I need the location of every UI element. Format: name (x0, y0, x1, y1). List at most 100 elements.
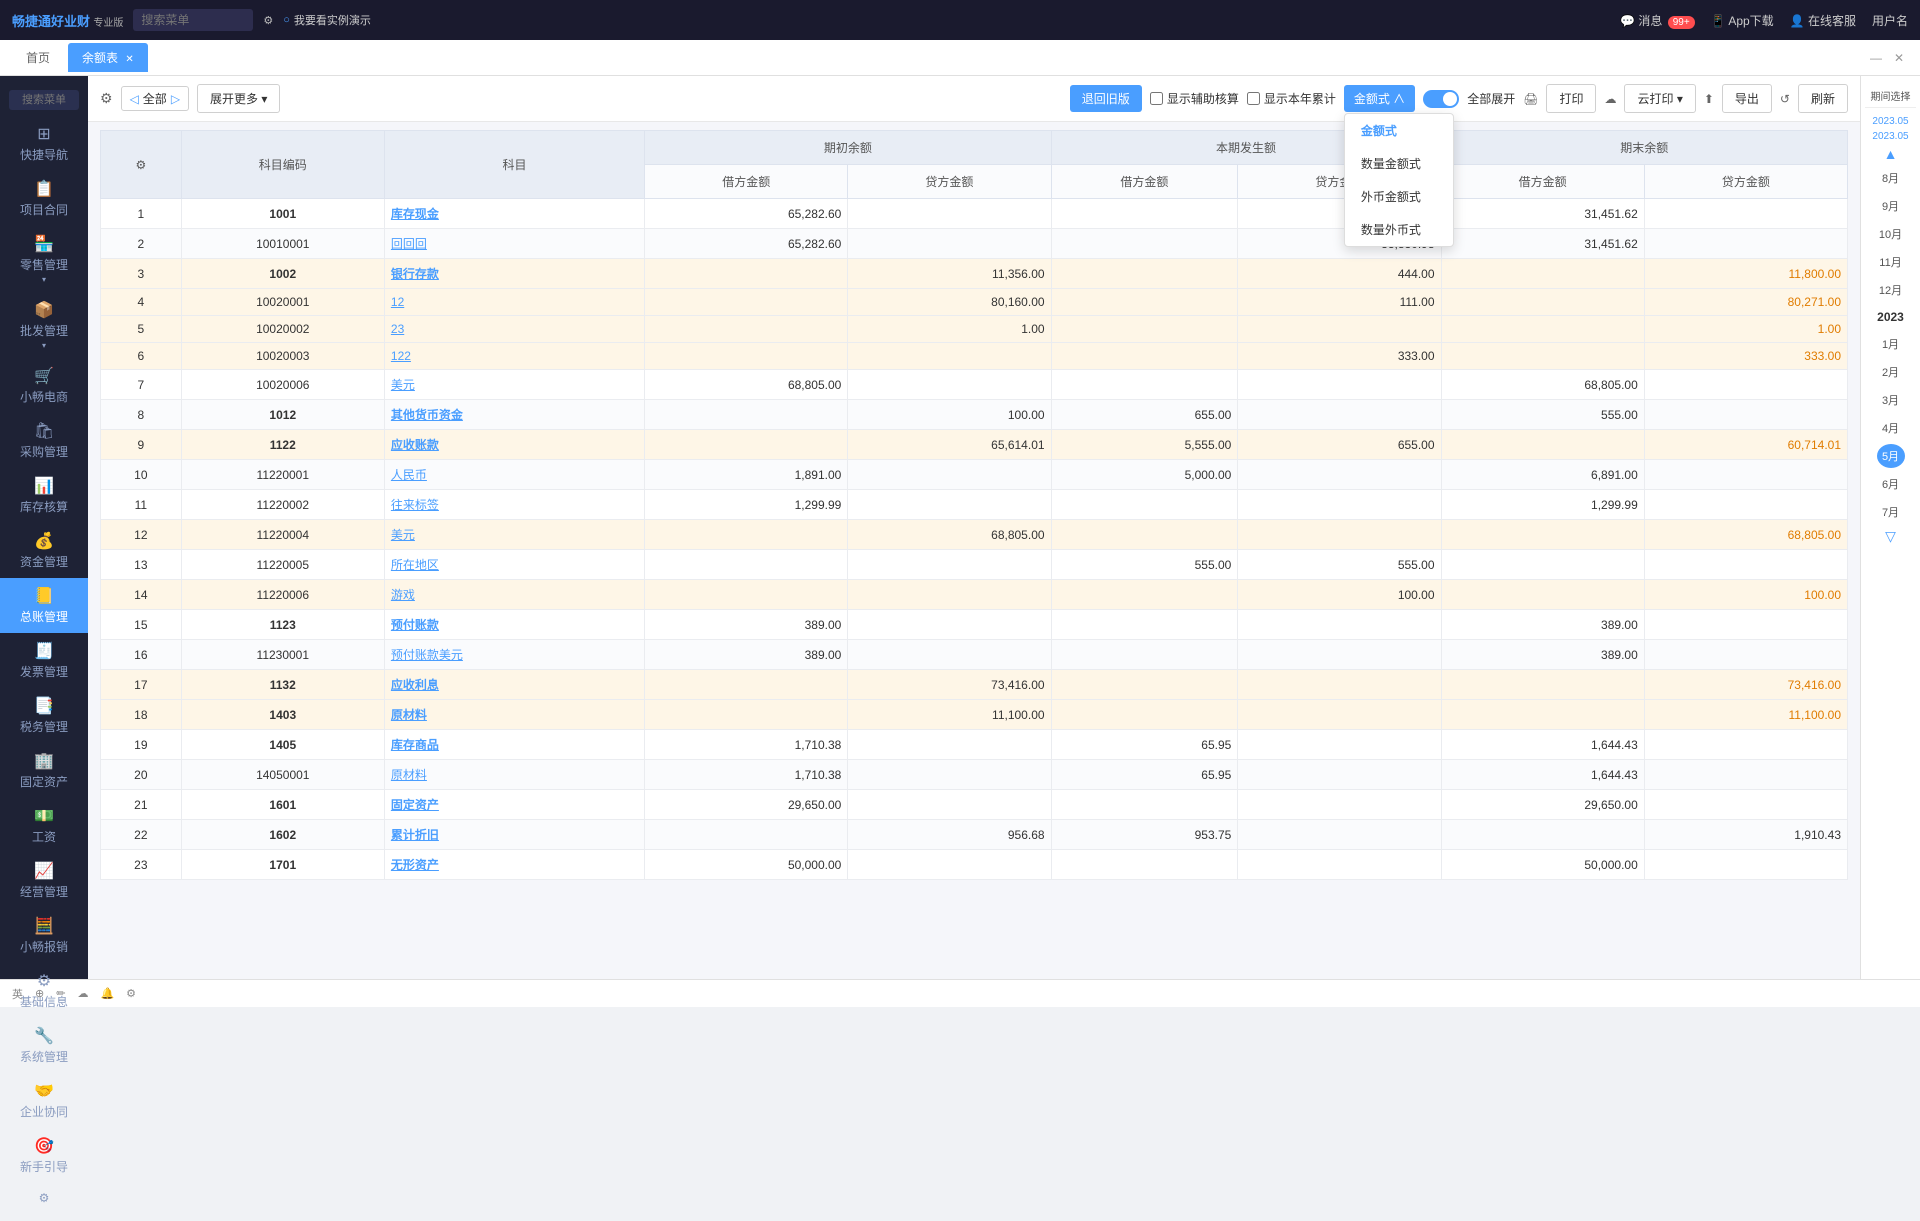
settings-icon[interactable]: ⚙ (263, 14, 273, 27)
table-settings-icon[interactable]: ⚙ (100, 90, 113, 107)
format-option-qty-foreign[interactable]: 数量外币式 (1345, 213, 1453, 246)
user-avatar[interactable]: 用户名 (1872, 12, 1908, 29)
demo-link[interactable]: 我要看实例演示 (294, 12, 371, 28)
sidebar-search-input[interactable] (9, 90, 79, 110)
period-2023[interactable]: 2023 (1865, 306, 1916, 328)
search-forward-icon[interactable]: ▷ (171, 92, 180, 106)
table-row-name[interactable]: 固定资产 (384, 790, 644, 820)
table-row-name[interactable]: 原材料 (384, 700, 644, 730)
sidebar-item-expense[interactable]: 🧮 小畅报销 (0, 908, 88, 963)
bottom-lang[interactable]: 英 (12, 986, 23, 1002)
tab-home[interactable]: 首页 (12, 43, 64, 72)
period-8[interactable]: 8月 (1865, 166, 1916, 190)
tab-close-btn[interactable]: ✕ (125, 54, 133, 65)
period-year2[interactable]: 2023.05 (1872, 131, 1908, 142)
table-row-name[interactable]: 美元 (384, 370, 644, 400)
cloud-print-btn[interactable]: 云打印 ▾ (1624, 84, 1695, 113)
sidebar-item-guide[interactable]: 🎯 新手引导 (0, 1128, 88, 1183)
bottom-cloud-icon[interactable]: ☁ (77, 987, 88, 1000)
cloud-print-dropdown-icon[interactable]: ▾ (1677, 92, 1683, 106)
period-10[interactable]: 10月 (1865, 222, 1916, 246)
table-row-pc (1238, 610, 1441, 640)
sidebar-settings[interactable]: ⚙ (35, 1183, 54, 1213)
bottom-add-icon[interactable]: ⊕ (35, 987, 44, 1000)
format-option-qty-amount[interactable]: 数量金额式 (1345, 147, 1453, 180)
sidebar-item-asset[interactable]: 🏢 固定资产 (0, 743, 88, 798)
window-minimize-btn[interactable]: — (1866, 51, 1886, 65)
table-row-name[interactable]: 122 (384, 343, 644, 370)
table-row-name[interactable]: 预付账款 (384, 610, 644, 640)
table-row-name[interactable]: 其他货币资金 (384, 400, 644, 430)
sidebar-item-purchase[interactable]: 🛍 采购管理 (0, 413, 88, 468)
sidebar-item-management[interactable]: 📈 经营管理 (0, 853, 88, 908)
expand-more-btn[interactable]: 展开更多 ▾ (197, 84, 280, 113)
table-row-name[interactable]: 库存商品 (384, 730, 644, 760)
table-row-name[interactable]: 游戏 (384, 580, 644, 610)
service-btn[interactable]: 👤 在线客服 (1790, 12, 1856, 29)
period-7[interactable]: 7月 (1865, 500, 1916, 524)
sidebar-item-capital[interactable]: 💰 资金管理 (0, 523, 88, 578)
export-btn[interactable]: 导出 (1722, 84, 1772, 113)
table-row-name[interactable]: 人民币 (384, 460, 644, 490)
sidebar-item-salary[interactable]: 💵 工资 (0, 798, 88, 853)
period-5[interactable]: 5月 (1877, 444, 1905, 468)
print-btn[interactable]: 打印 (1546, 84, 1596, 113)
sidebar-item-ledger[interactable]: 📒 总账管理 (0, 578, 88, 633)
window-close-btn[interactable]: ✕ (1890, 51, 1908, 65)
table-row-name[interactable]: 所在地区 (384, 550, 644, 580)
sidebar-item-inventory[interactable]: 📊 库存核算 (0, 468, 88, 523)
sidebar-item-wholesale[interactable]: 📦 批发管理 ▾ (0, 292, 88, 358)
top-search-input[interactable] (133, 9, 253, 31)
year-total-checkbox[interactable] (1247, 92, 1260, 105)
period-12[interactable]: 12月 (1865, 278, 1916, 302)
table-row-name[interactable]: 往来标签 (384, 490, 644, 520)
show-helper-check[interactable]: 显示辅助核算 (1150, 90, 1239, 107)
table-row-name[interactable]: 银行存款 (384, 259, 644, 289)
format-option-foreign-amount[interactable]: 外币金额式 (1345, 180, 1453, 213)
table-row-name[interactable]: 12 (384, 289, 644, 316)
bottom-settings-icon[interactable]: ⚙ (126, 987, 136, 1000)
period-9[interactable]: 9月 (1865, 194, 1916, 218)
table-row-name[interactable]: 累计折旧 (384, 820, 644, 850)
message-btn[interactable]: 💬 消息 99+ (1620, 12, 1695, 29)
period-year1[interactable]: 2023.05 (1872, 116, 1908, 127)
sidebar-item-tax[interactable]: 📑 税务管理 (0, 688, 88, 743)
period-3[interactable]: 3月 (1865, 388, 1916, 412)
download-btn[interactable]: 📱 App下载 (1711, 12, 1774, 29)
sidebar-item-retail[interactable]: 🏪 零售管理 ▾ (0, 226, 88, 292)
period-4[interactable]: 4月 (1865, 416, 1916, 440)
table-row-name[interactable]: 预付账款美元 (384, 640, 644, 670)
bottom-edit-icon[interactable]: ✏ (56, 987, 65, 1000)
bottom-bell-icon[interactable]: 🔔 (100, 987, 114, 1000)
table-row-name[interactable]: 应收利息 (384, 670, 644, 700)
sidebar-item-system[interactable]: 🔧 系统管理 (0, 1018, 88, 1073)
table-row: 18 (101, 700, 182, 730)
format-option-amount[interactable]: 金额式 (1345, 114, 1453, 147)
table-row-name[interactable]: 应收账款 (384, 430, 644, 460)
format-btn[interactable]: 金额式 ∧ (1344, 85, 1415, 112)
period-up-arrow[interactable]: ▲ (1884, 146, 1898, 162)
sidebar-item-collab[interactable]: 🤝 企业协同 (0, 1073, 88, 1128)
period-2[interactable]: 2月 (1865, 360, 1916, 384)
sidebar-item-quick-nav[interactable]: ⊞ 快捷导航 (0, 116, 88, 171)
table-row-name[interactable]: 原材料 (384, 760, 644, 790)
table-row-name[interactable]: 无形资产 (384, 850, 644, 880)
helper-checkbox[interactable] (1150, 92, 1163, 105)
table-row-name[interactable]: 回回回 (384, 229, 644, 259)
period-6[interactable]: 6月 (1865, 472, 1916, 496)
tab-balance[interactable]: 余额表 ✕ (68, 43, 148, 72)
refresh-btn[interactable]: 刷新 (1798, 84, 1848, 113)
table-row-name[interactable]: 23 (384, 316, 644, 343)
expand-all-toggle[interactable] (1423, 90, 1459, 108)
table-row-name[interactable]: 美元 (384, 520, 644, 550)
sidebar-item-project[interactable]: 📋 项目合同 (0, 171, 88, 226)
period-11[interactable]: 11月 (1865, 250, 1916, 274)
show-year-total-check[interactable]: 显示本年累计 (1247, 90, 1336, 107)
sidebar-item-invoice[interactable]: 🧾 发票管理 (0, 633, 88, 688)
period-1[interactable]: 1月 (1865, 332, 1916, 356)
search-back-icon[interactable]: ◁ (130, 92, 139, 106)
sidebar-item-ecommerce[interactable]: 🛒 小畅电商 (0, 358, 88, 413)
back-old-btn[interactable]: 退回旧版 (1070, 85, 1142, 112)
table-row-name[interactable]: 库存现金 (384, 199, 644, 229)
period-down-arrow[interactable]: ▽ (1885, 528, 1896, 545)
